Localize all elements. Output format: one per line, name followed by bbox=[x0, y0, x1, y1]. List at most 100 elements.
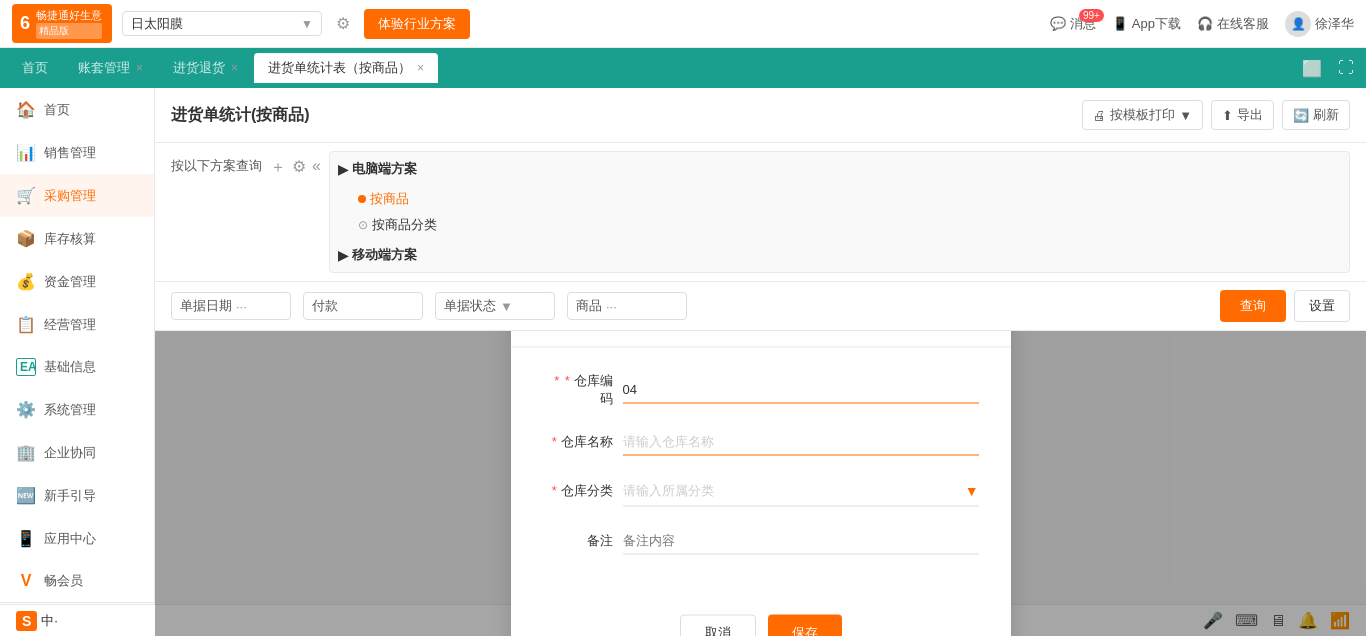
refresh-label: 刷新 bbox=[1313, 106, 1339, 124]
sidebar-inventory-label: 库存核算 bbox=[44, 230, 96, 248]
filter-area: 按以下方案查询 ＋ ⚙ « ▶ 电脑端方案 按商品 ⊙ bbox=[155, 143, 1366, 282]
print-dropdown-arrow[interactable]: ▼ bbox=[1179, 108, 1192, 123]
online-service-btn[interactable]: 🎧 在线客服 bbox=[1197, 15, 1269, 33]
table-area: 📦 1 请先选择要分析的方案 2 用[过滤]条件来缩小分析范围 新增仓库 × bbox=[155, 331, 1366, 636]
sidebar-item-vip[interactable]: V 畅会员 bbox=[0, 560, 154, 602]
cancel-button[interactable]: 取消 bbox=[680, 614, 756, 636]
headset-icon: 🎧 bbox=[1197, 16, 1213, 31]
sidebar-item-purchase[interactable]: 🛒 采购管理 bbox=[0, 174, 154, 217]
category-arrow-icon: ▼ bbox=[965, 482, 979, 498]
print-label: 按模板打印 bbox=[1110, 106, 1175, 124]
tab-accounts-close[interactable]: × bbox=[136, 61, 143, 75]
filter-add-controls: ＋ ⚙ « bbox=[270, 151, 321, 178]
sidebar-item-system[interactable]: ⚙️ 系统管理 bbox=[0, 388, 154, 431]
sidebar-home-label: 首页 bbox=[44, 101, 70, 119]
notes-input[interactable] bbox=[623, 526, 979, 554]
tab-accounts[interactable]: 账套管理 × bbox=[64, 53, 157, 83]
app-download-btn[interactable]: 📱 App下载 bbox=[1112, 15, 1181, 33]
sidebar-item-newbie[interactable]: 🆕 新手引导 bbox=[0, 474, 154, 517]
tab-purchase-stats-close[interactable]: × bbox=[417, 61, 424, 75]
tab-purchase-return[interactable]: 进货退货 × bbox=[159, 53, 252, 83]
tab-purchase-stats[interactable]: 进货单统计表（按商品） × bbox=[254, 53, 438, 83]
print-button[interactable]: 🖨 按模板打印 ▼ bbox=[1082, 100, 1203, 130]
active-indicator bbox=[358, 195, 366, 203]
sidebar-apps-label: 应用中心 bbox=[44, 530, 96, 548]
name-input[interactable] bbox=[623, 427, 979, 455]
sidebar-item-inventory[interactable]: 📦 库存核算 bbox=[0, 217, 154, 260]
sidebar-item-sales[interactable]: 📊 销售管理 bbox=[0, 131, 154, 174]
category-select[interactable]: 请输入所属分类 ▼ bbox=[623, 475, 979, 506]
goods-label: 商品 bbox=[576, 297, 602, 315]
filter-collapse-icon[interactable]: « bbox=[312, 157, 321, 178]
mobile-tree-expand-icon[interactable]: ▶ bbox=[338, 248, 348, 263]
sales-icon: 📊 bbox=[16, 143, 36, 162]
trial-button[interactable]: 体验行业方案 bbox=[364, 9, 470, 39]
window-restore-icon[interactable]: ⬜ bbox=[1298, 57, 1326, 80]
sidebar-item-finance[interactable]: 💰 资金管理 bbox=[0, 260, 154, 303]
page-actions: 🖨 按模板打印 ▼ ⬆ 导出 🔄 刷新 bbox=[1082, 100, 1350, 130]
payment-select[interactable]: 付款 bbox=[303, 292, 423, 320]
sidebar-sales-label: 销售管理 bbox=[44, 144, 96, 162]
modal-header: 新增仓库 × bbox=[511, 331, 1011, 347]
modal-overlay[interactable]: 新增仓库 × * 仓库编码 bbox=[155, 331, 1366, 636]
purchase-icon: 🛒 bbox=[16, 186, 36, 205]
category-label-text: 仓库分类 bbox=[561, 483, 613, 498]
search-dropdown-arrow[interactable]: ▼ bbox=[301, 17, 313, 31]
phone-icon: 📱 bbox=[1112, 16, 1128, 31]
form-row-category: * 仓库分类 请输入所属分类 ▼ bbox=[543, 475, 979, 506]
form-row-name: * 仓库名称 bbox=[543, 427, 979, 455]
content-area: 进货单统计(按商品) 🖨 按模板打印 ▼ ⬆ 导出 🔄 刷新 按以下方案查询 bbox=[155, 88, 1366, 636]
form-row-notes: 备注 bbox=[543, 526, 979, 554]
category-icon: ⊙ bbox=[358, 218, 368, 232]
tab-bar: 首页 账套管理 × 进货退货 × 进货单统计表（按商品） × ⬜ ⛶ bbox=[0, 48, 1366, 88]
export-label: 导出 bbox=[1237, 106, 1263, 124]
sidebar-item-operations[interactable]: 📋 经营管理 bbox=[0, 303, 154, 346]
filter-mobile-label: 移动端方案 bbox=[352, 246, 417, 264]
add-filter-icon[interactable]: ＋ bbox=[270, 157, 286, 178]
tree-expand-icon[interactable]: ▶ bbox=[338, 162, 348, 177]
filter-item-goods-label: 按商品 bbox=[370, 190, 409, 208]
status-select[interactable]: 单据状态 ▼ bbox=[435, 292, 555, 320]
messages-btn[interactable]: 💬 消息 99+ bbox=[1050, 15, 1096, 33]
filter-item-by-goods[interactable]: 按商品 bbox=[358, 186, 1341, 212]
save-button[interactable]: 保存 bbox=[768, 614, 842, 636]
goods-select[interactable]: 商品 ··· bbox=[567, 292, 687, 320]
sidebar-item-home[interactable]: 🏠 首页 bbox=[0, 88, 154, 131]
tab-home[interactable]: 首页 bbox=[8, 53, 62, 83]
code-input[interactable] bbox=[623, 375, 979, 403]
payment-label: 付款 bbox=[312, 297, 338, 315]
search-input[interactable] bbox=[131, 16, 301, 31]
finance-icon: 💰 bbox=[16, 272, 36, 291]
tab-accounts-label: 账套管理 bbox=[78, 59, 130, 77]
refresh-icon: 🔄 bbox=[1293, 108, 1309, 123]
toolbar-actions: 查询 设置 bbox=[1220, 290, 1350, 322]
sidebar-item-enterprise[interactable]: 🏢 企业协同 bbox=[0, 431, 154, 474]
tab-controls: ⬜ ⛶ bbox=[1298, 57, 1358, 80]
tab-purchase-return-label: 进货退货 bbox=[173, 59, 225, 77]
export-button[interactable]: ⬆ 导出 bbox=[1211, 100, 1274, 130]
messages-badge: 99+ bbox=[1079, 9, 1104, 22]
gear-icon[interactable]: ⚙ bbox=[332, 10, 354, 37]
system-icon: ⚙️ bbox=[16, 400, 36, 419]
sidebar-item-basic-info[interactable]: EA 基础信息 bbox=[0, 346, 154, 388]
enterprise-icon: 🏢 bbox=[16, 443, 36, 462]
sidebar-item-apps[interactable]: 📱 应用中心 bbox=[0, 517, 154, 560]
printer-icon: 🖨 bbox=[1093, 108, 1106, 123]
voucher-date-select[interactable]: 单据日期 ··· bbox=[171, 292, 291, 320]
form-row-code: * 仓库编码 bbox=[543, 371, 979, 407]
filter-item-by-category[interactable]: ⊙ 按商品分类 bbox=[358, 212, 1341, 238]
name-required-mark: * bbox=[552, 433, 557, 448]
refresh-button[interactable]: 🔄 刷新 bbox=[1282, 100, 1350, 130]
s-logo: S bbox=[16, 611, 37, 631]
bottom-logo: S 中· bbox=[16, 611, 58, 631]
query-button[interactable]: 查询 bbox=[1220, 290, 1286, 322]
logo-name: 畅捷通好生意 bbox=[36, 8, 102, 22]
settings-button[interactable]: 设置 bbox=[1294, 290, 1350, 322]
main-layout: 🏠 首页 📊 销售管理 🛒 采购管理 📦 库存核算 💰 资金管理 📋 经营管理 … bbox=[0, 88, 1366, 636]
filter-settings-icon[interactable]: ⚙ bbox=[292, 157, 306, 178]
user-area[interactable]: 👤 徐泽华 bbox=[1285, 11, 1354, 37]
logo-icon: 6 bbox=[20, 13, 30, 34]
sidebar-operations-label: 经营管理 bbox=[44, 316, 96, 334]
tab-purchase-return-close[interactable]: × bbox=[231, 61, 238, 75]
window-maximize-icon[interactable]: ⛶ bbox=[1334, 57, 1358, 80]
